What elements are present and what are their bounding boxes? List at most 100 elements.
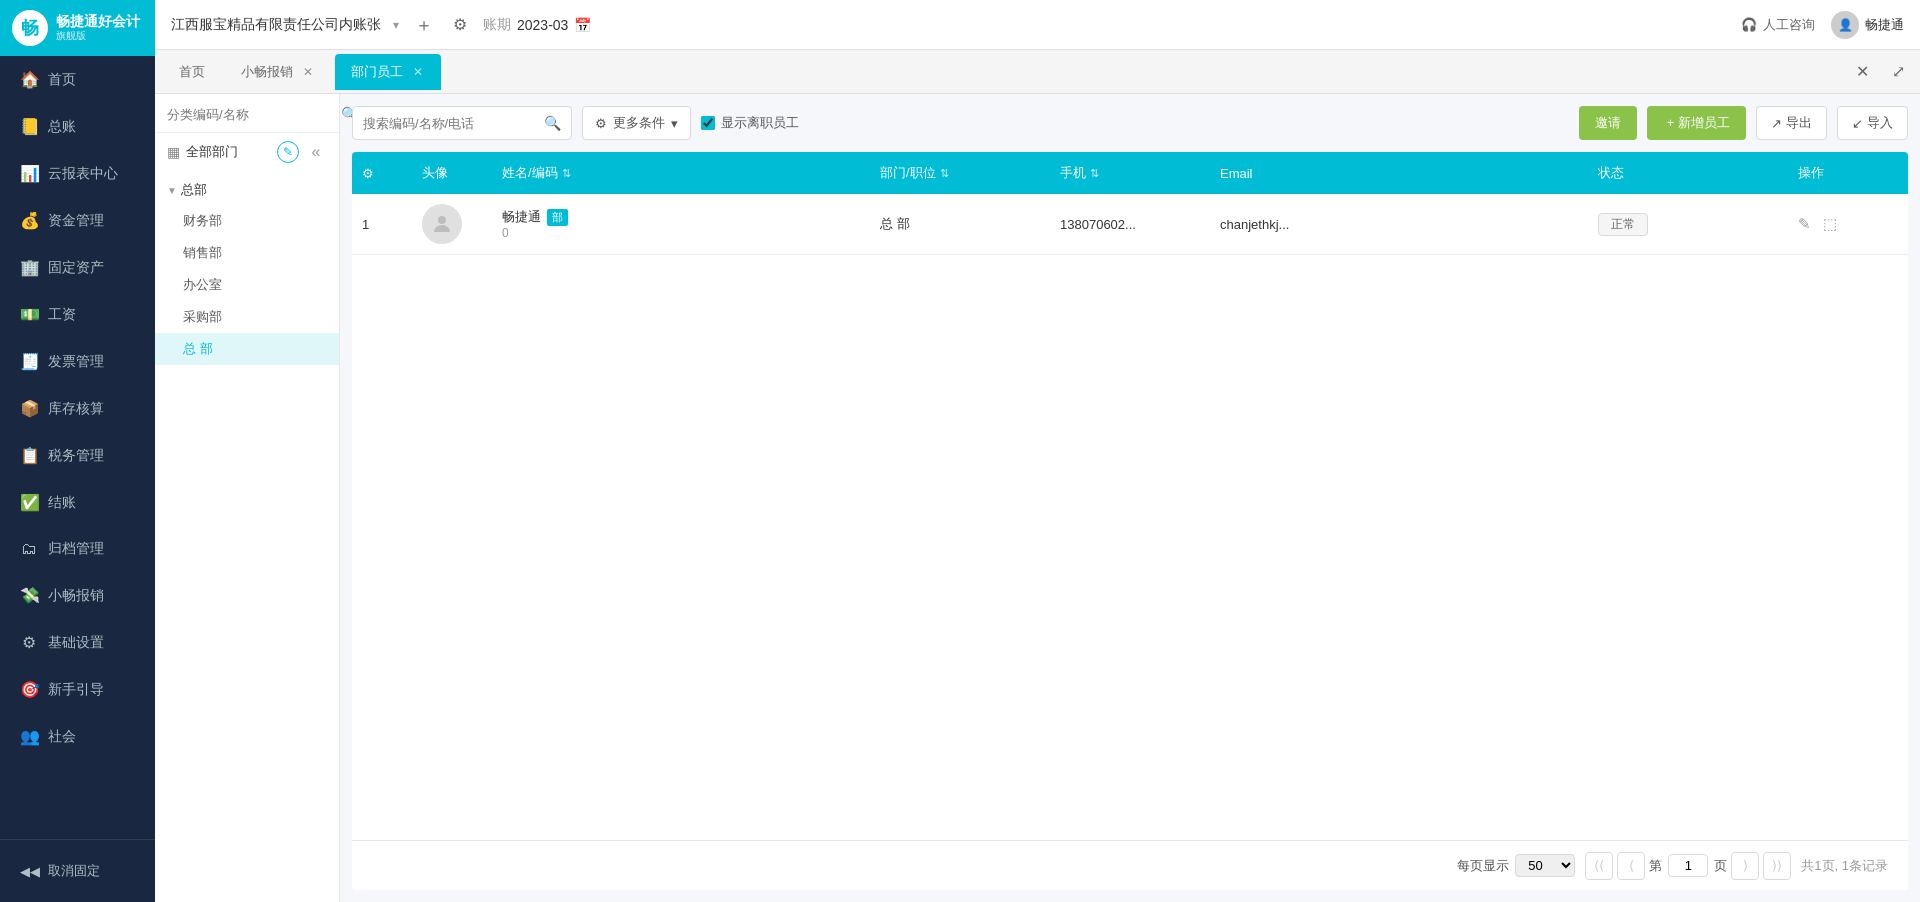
sidebar-item-archive[interactable]: 🗂 归档管理 <box>0 526 155 572</box>
sidebar-item-label: 基础设置 <box>48 634 104 652</box>
th-name-sort-icon[interactable]: ⇅ <box>562 167 571 180</box>
filter-arrow-icon: ▾ <box>671 116 678 131</box>
company-name[interactable]: 江西服宝精品有限责任公司内账张 <box>171 16 381 34</box>
page-size-select[interactable]: 10 20 50 100 <box>1515 854 1575 877</box>
th-actions: 操作 <box>1788 152 1908 194</box>
th-dept[interactable]: 部门/职位 ⇅ <box>870 152 1050 194</box>
page-number-input[interactable] <box>1668 854 1708 877</box>
th-name[interactable]: 姓名/编码 ⇅ <box>492 152 870 194</box>
employee-search-box: 🔍 <box>352 106 572 140</box>
tab-dept-close[interactable]: ✕ <box>411 65 425 79</box>
edit-button[interactable]: ✎ <box>1798 215 1811 233</box>
main-area: 江西服宝精品有限责任公司内账张 ▾ ＋ ⚙ 账期 2023-03 📅 🎧 人工咨… <box>155 0 1920 902</box>
sidebar-item-assets[interactable]: 🏢 固定资产 <box>0 244 155 291</box>
show-resigned-label[interactable]: 显示离职员工 <box>701 114 799 132</box>
search-icon[interactable]: 🔍 <box>544 115 561 131</box>
td-avatar <box>412 194 492 254</box>
table-row: 1 <box>352 194 1908 255</box>
sidebar-logo[interactable]: 畅 畅捷通好会计 旗舰版 <box>0 0 155 56</box>
settings-button[interactable]: ⚙ <box>449 15 471 34</box>
sidebar-item-checkout[interactable]: ✅ 结账 <box>0 479 155 526</box>
invite-button[interactable]: 邀请 <box>1579 106 1637 140</box>
topbar: 江西服宝精品有限责任公司内账张 ▾ ＋ ⚙ 账期 2023-03 📅 🎧 人工咨… <box>155 0 1920 50</box>
dept-group-headquarters[interactable]: ▼ 总部 <box>155 175 339 205</box>
employee-search-input[interactable] <box>363 116 538 131</box>
username: 畅捷通 <box>1865 16 1904 34</box>
dept-item-finance[interactable]: 财务部 <box>155 205 339 237</box>
sidebar-item-home[interactable]: 🏠 首页 <box>0 56 155 103</box>
ledger-icon: 📒 <box>20 117 38 136</box>
page-next-button[interactable]: ⟩ <box>1731 852 1759 880</box>
invoice-icon: 🧾 <box>20 352 38 371</box>
sidebar-item-salary[interactable]: 💵 工资 <box>0 291 155 338</box>
dept-item-sales[interactable]: 销售部 <box>155 237 339 269</box>
add-employee-button[interactable]: + 新增员工 <box>1647 106 1746 140</box>
import-button[interactable]: ↙ 导入 <box>1837 106 1908 140</box>
sidebar-item-tax[interactable]: 📋 税务管理 <box>0 432 155 479</box>
more-filter-button[interactable]: ⚙ 更多条件 ▾ <box>582 106 691 140</box>
dept-edit-button[interactable]: ✎ <box>277 141 299 163</box>
add-company-button[interactable]: ＋ <box>411 13 437 37</box>
page-content: 🔍 ▦ 全部部门 ✎ « ▼ 总部 财务部 销售部 办公室 采购部 总 部 <box>155 94 1920 902</box>
th-settings[interactable]: ⚙ <box>352 152 412 194</box>
page-nav: ⟨⟨ ⟨ 第 页 ⟩ ⟩⟩ <box>1585 852 1791 880</box>
tab-expand-button[interactable]: ⤢ <box>1884 58 1912 86</box>
th-phone[interactable]: 手机 ⇅ <box>1050 152 1210 194</box>
sidebar-item-expense[interactable]: 💸 小畅报销 <box>0 572 155 619</box>
sidebar-item-inventory[interactable]: 📦 库存核算 <box>0 385 155 432</box>
employee-table: ⚙ 头像 姓名/编码 ⇅ 部门/职位 ⇅ 手机 ⇅ <box>352 152 1908 890</box>
pin-button[interactable]: ◀◀ 取消固定 <box>0 852 155 890</box>
sidebar-item-funds[interactable]: 💰 资金管理 <box>0 197 155 244</box>
sidebar-item-settings[interactable]: ⚙ 基础设置 <box>0 619 155 666</box>
delete-button[interactable]: ⬚ <box>1823 215 1837 233</box>
company-dropdown-icon[interactable]: ▾ <box>393 18 399 32</box>
th-dept-label: 部门/职位 <box>880 164 936 182</box>
reports-icon: 📊 <box>20 164 38 183</box>
dept-item-general[interactable]: 总 部 <box>155 333 339 365</box>
dept-all-row[interactable]: ▦ 全部部门 ✎ « <box>155 133 339 171</box>
page-label: 页 <box>1714 857 1727 875</box>
td-index: 1 <box>352 207 412 242</box>
tab-expense-close[interactable]: ✕ <box>301 65 315 79</box>
tab-home[interactable]: 首页 <box>163 54 221 90</box>
dept-item-office[interactable]: 办公室 <box>155 269 339 301</box>
sidebar-item-reports[interactable]: 📊 云报表中心 <box>0 150 155 197</box>
dept-item-purchase[interactable]: 采购部 <box>155 301 339 333</box>
headphone-icon: 🎧 <box>1741 17 1757 32</box>
th-phone-sort-icon[interactable]: ⇅ <box>1090 167 1099 180</box>
archive-icon: 🗂 <box>20 540 38 558</box>
assets-icon: 🏢 <box>20 258 38 277</box>
sidebar-item-label: 云报表中心 <box>48 165 118 183</box>
user-menu[interactable]: 👤 畅捷通 <box>1831 11 1904 39</box>
settings-icon: ⚙ <box>20 633 38 652</box>
th-dept-sort-icon[interactable]: ⇅ <box>940 167 949 180</box>
sidebar-item-label: 首页 <box>48 71 76 89</box>
employee-phone: 138070602... <box>1060 217 1136 232</box>
page-first-button[interactable]: ⟨⟨ <box>1585 852 1613 880</box>
sidebar-item-social[interactable]: 👥 社会 <box>0 713 155 760</box>
show-resigned-checkbox[interactable] <box>701 116 715 130</box>
employee-email: chanjethkj... <box>1220 217 1289 232</box>
employee-name-block: 畅捷通 部 0 <box>502 208 568 240</box>
sidebar-item-guide[interactable]: 🎯 新手引导 <box>0 666 155 713</box>
sidebar-item-invoice[interactable]: 🧾 发票管理 <box>0 338 155 385</box>
pin-icon: ◀◀ <box>20 864 40 879</box>
import-icon: ↙ <box>1852 116 1863 131</box>
expense-icon: 💸 <box>20 586 38 605</box>
tab-expense[interactable]: 小畅报销 ✕ <box>225 54 331 90</box>
page-last-button[interactable]: ⟩⟩ <box>1763 852 1791 880</box>
calendar-icon[interactable]: 📅 <box>574 17 591 33</box>
tab-close-all-button[interactable]: ✕ <box>1848 58 1876 86</box>
topbar-right: 🎧 人工咨询 👤 畅捷通 <box>1741 11 1904 39</box>
svg-point-0 <box>438 216 446 224</box>
support-button[interactable]: 🎧 人工咨询 <box>1741 16 1815 34</box>
dept-search-input[interactable] <box>167 107 335 122</box>
sidebar-item-label: 税务管理 <box>48 447 104 465</box>
dept-collapse-button[interactable]: « <box>305 141 327 163</box>
period-value[interactable]: 2023-03 <box>517 17 568 33</box>
export-button[interactable]: ↗ 导出 <box>1756 106 1827 140</box>
page-prev-button[interactable]: ⟨ <box>1617 852 1645 880</box>
export-label: 导出 <box>1786 114 1812 132</box>
sidebar-item-ledger[interactable]: 📒 总账 <box>0 103 155 150</box>
tab-dept-employee[interactable]: 部门员工 ✕ <box>335 54 441 90</box>
